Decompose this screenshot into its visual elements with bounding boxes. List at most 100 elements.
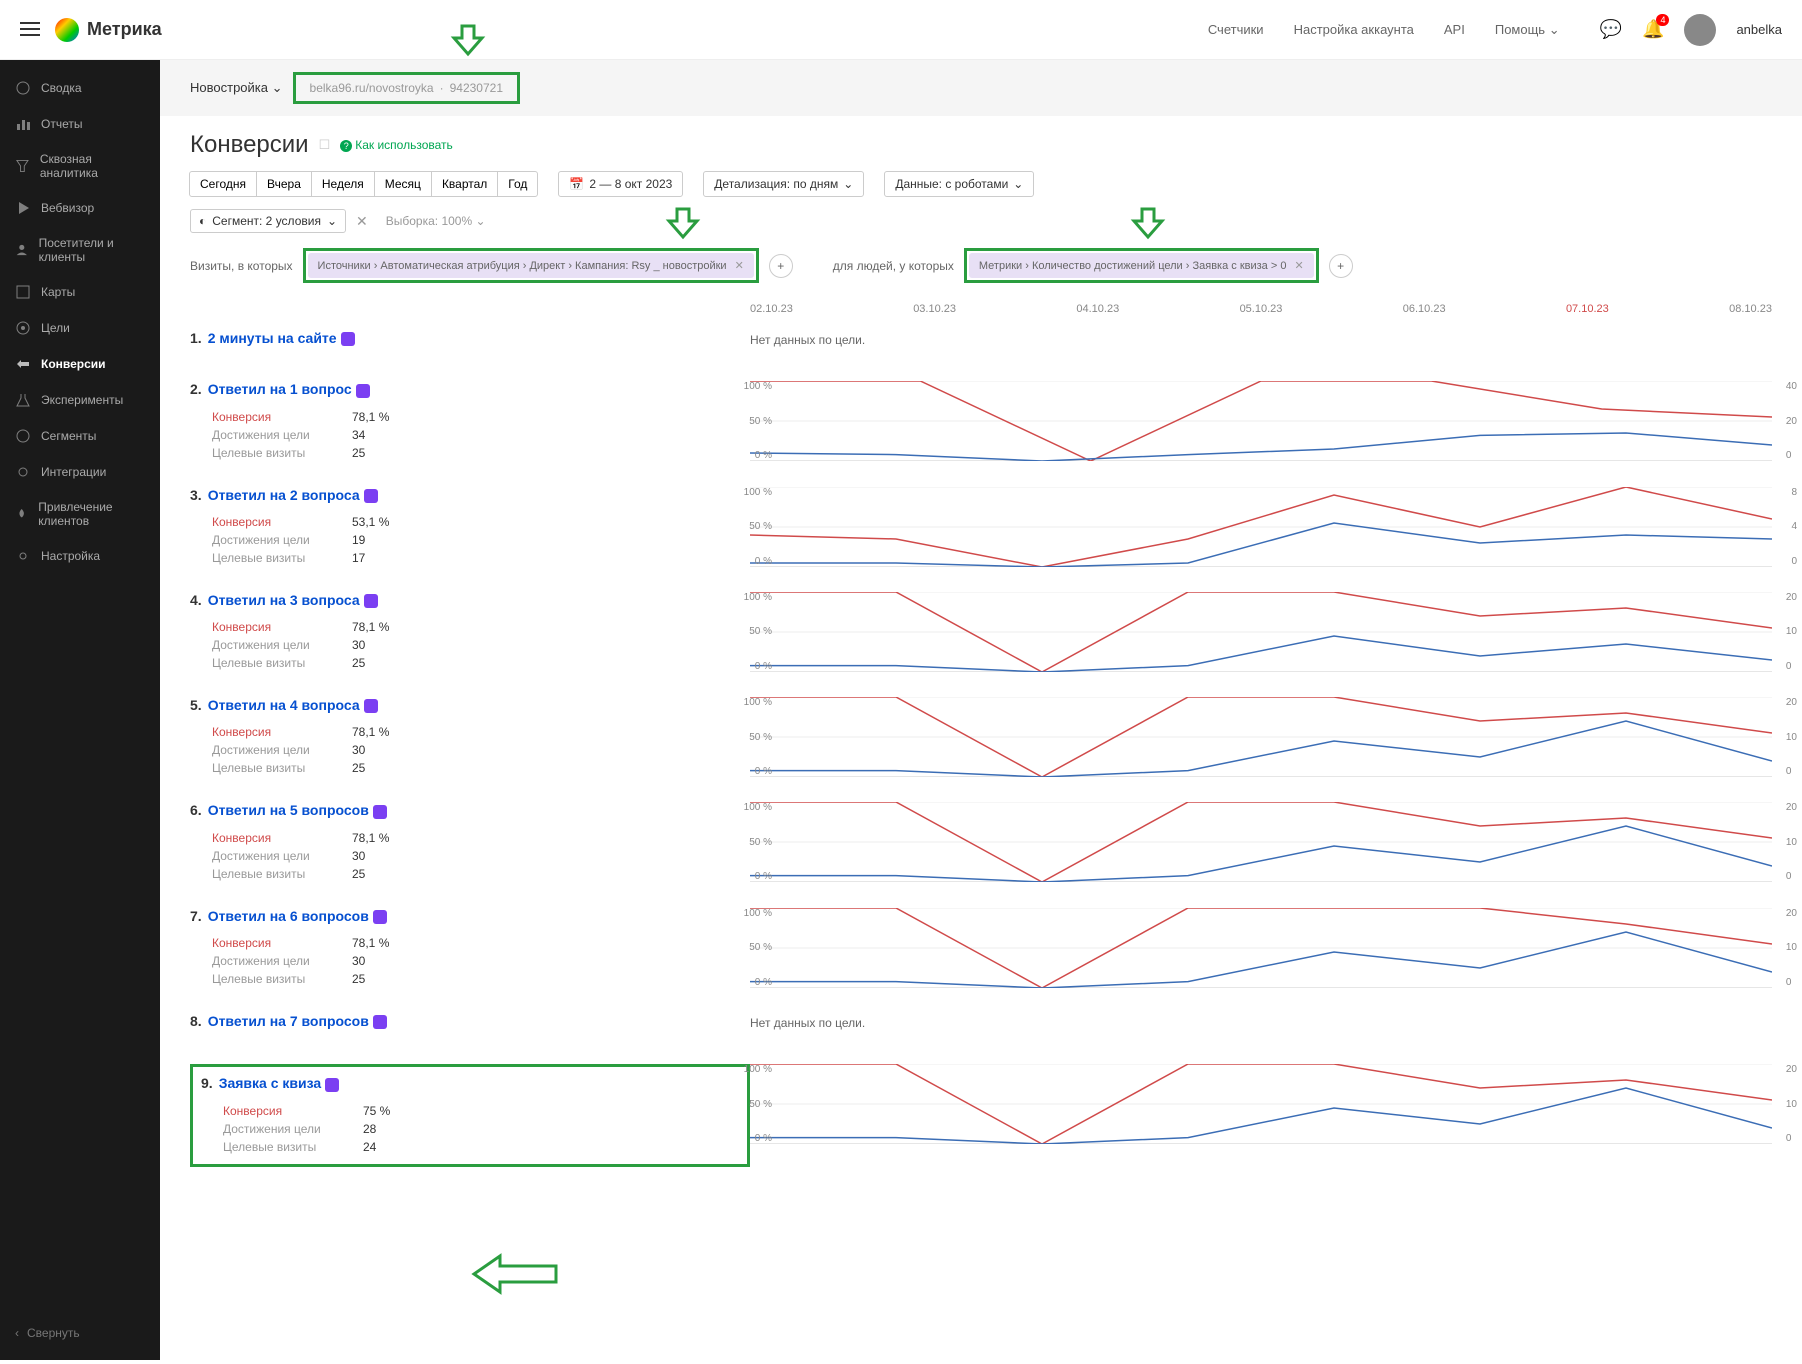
sidebar-settings[interactable]: Настройка [0,538,160,574]
sidebar-goals[interactable]: Цели [0,310,160,346]
line-chart: 100 %50 %0 % 40200 [750,381,1772,461]
line-chart: 100 %50 %0 % 20100 [750,908,1772,988]
user-icon [15,242,29,258]
goal-stats: Конверсия78,1 % Достижения цели30 Целевы… [190,723,720,777]
site-url[interactable]: belka96.ru/novostroyka [310,81,434,95]
site-id-box: belka96.ru/novostroyka · 94230721 [293,72,520,104]
stat-conversion-value: 78,1 % [352,725,412,739]
sidebar-analytics[interactable]: Сквозная аналитика [0,142,160,190]
chat-icon[interactable]: 💬 [1600,19,1622,40]
y-axis-left: 100 %50 %0 % [742,697,772,777]
stat-visits-label: Целевые визиты [212,761,352,775]
period-group: Сегодня Вчера Неделя Месяц Квартал Год [190,171,538,197]
goal-link[interactable]: Ответил на 4 вопроса [208,697,360,713]
filter-chip-source[interactable]: Источники › Автоматическая атрибуция › Д… [308,253,754,278]
info-icon[interactable] [373,1015,387,1029]
date-range-picker[interactable]: 📅2 — 8 окт 2023 [558,171,683,197]
bars-icon [15,116,31,132]
goal-link[interactable]: Заявка с квиза [219,1075,321,1091]
stat-goals-value: 19 [352,533,412,547]
howto-link[interactable]: ?Как использовать [340,138,453,152]
topbar: Метрика Счетчики Настройка аккаунта API … [0,0,1802,60]
annotation-arrow-down-icon [450,22,486,58]
sidebar-segments[interactable]: Сегменты [0,418,160,454]
goal-chart-area: 100 %50 %0 % 840 [750,487,1772,567]
goal-chart-area: Нет данных по цели. [750,1013,1772,1039]
stat-conversion-label: Конверсия [223,1104,363,1118]
stat-goals-label: Достижения цели [212,533,352,547]
sidebar-summary[interactable]: Сводка [0,70,160,106]
period-yesterday[interactable]: Вчера [256,171,312,197]
goal-link[interactable]: Ответил на 1 вопрос [208,381,352,397]
goal-link[interactable]: Ответил на 6 вопросов [208,908,369,924]
nav-api[interactable]: API [1444,22,1465,37]
period-week[interactable]: Неделя [311,171,375,197]
sidebar-webvisor[interactable]: Вебвизор [0,190,160,226]
nav-help[interactable]: Помощь ⌄ [1495,22,1560,38]
period-today[interactable]: Сегодня [189,171,257,197]
sidebar-visitors[interactable]: Посетители и клиенты [0,226,160,274]
chevron-down-icon: ⌄ [327,214,337,228]
goal-row: 6.Ответил на 5 вопросов Конверсия78,1 % … [190,802,1772,882]
top-nav: Счетчики Настройка аккаунта API Помощь ⌄ [1208,22,1560,38]
goal-chart-area: 100 %50 %0 % 20100 [750,802,1772,882]
sample-dropdown[interactable]: Выборка: 100% ⌄ [378,210,494,232]
bookmark-icon[interactable]: ☐ [319,137,331,153]
segment-clear[interactable]: ✕ [356,213,368,230]
segment-pill[interactable]: ◐ Сегмент: 2 условия ⌄ [190,209,346,233]
period-year[interactable]: Год [497,171,538,197]
goal-link[interactable]: Ответил на 3 вопроса [208,592,360,608]
stat-visits-label: Целевые визиты [212,972,352,986]
nav-counters[interactable]: Счетчики [1208,22,1264,37]
stat-conversion-value: 53,1 % [352,515,412,529]
goal-title: 9.Заявка с квиза [201,1075,739,1091]
info-icon[interactable] [364,699,378,713]
stat-visits-label: Целевые визиты [212,867,352,881]
filter-label-people: для людей, у которых [833,259,954,273]
info-icon[interactable] [373,910,387,924]
project-dropdown[interactable]: Новостройка ⌄ [190,80,283,96]
sidebar-collapse[interactable]: ‹Свернуть [15,1326,80,1340]
goal-link[interactable]: Ответил на 5 вопросов [208,802,369,818]
goal-link[interactable]: 2 минуты на сайте [208,330,337,346]
username[interactable]: anbelka [1736,22,1782,37]
period-month[interactable]: Месяц [374,171,432,197]
logo[interactable]: Метрика [55,18,162,42]
target-icon [15,320,31,336]
filter-chip-metric[interactable]: Метрики › Количество достижений цели › З… [969,253,1314,278]
info-icon[interactable] [356,384,370,398]
data-source-dropdown[interactable]: Данные: с роботами ⌄ [884,171,1034,197]
add-filter-visits[interactable]: + [769,254,793,278]
sidebar-experiments[interactable]: Эксперименты [0,382,160,418]
info-icon[interactable] [373,805,387,819]
avatar[interactable] [1684,14,1716,46]
info-icon[interactable] [364,594,378,608]
stat-goals-value: 30 [352,638,412,652]
sidebar-integrations[interactable]: Интеграции [0,454,160,490]
stat-goals-label: Достижения цели [212,849,352,863]
nodata-text: Нет данных по цели. [750,330,1772,347]
detail-dropdown[interactable]: Детализация: по дням ⌄ [703,171,864,197]
stat-conversion-value: 78,1 % [352,410,412,424]
goal-chart-area: 100 %50 %0 % 20100 [750,697,1772,777]
period-quarter[interactable]: Квартал [431,171,498,197]
info-icon[interactable] [325,1078,339,1092]
menu-toggle[interactable] [20,22,40,38]
nav-account[interactable]: Настройка аккаунта [1294,22,1414,37]
fire-icon [15,506,28,522]
add-filter-people[interactable]: + [1329,254,1353,278]
info-icon[interactable] [341,332,355,346]
bell-icon[interactable]: 🔔4 [1642,19,1664,40]
stat-visits-value: 25 [352,972,412,986]
goal-stats: Конверсия53,1 % Достижения цели19 Целевы… [190,513,720,567]
sidebar-maps[interactable]: Карты [0,274,160,310]
close-icon[interactable]: ✕ [735,259,744,272]
goal-link[interactable]: Ответил на 2 вопроса [208,487,360,503]
close-icon[interactable]: ✕ [1294,259,1303,272]
sidebar-conversions[interactable]: Конверсии [0,346,160,382]
sidebar-acquisition[interactable]: Привлечение клиентов [0,490,160,538]
goal-link[interactable]: Ответил на 7 вопросов [208,1013,369,1029]
stat-goals-value: 30 [352,849,412,863]
sidebar-reports[interactable]: Отчеты [0,106,160,142]
info-icon[interactable] [364,489,378,503]
